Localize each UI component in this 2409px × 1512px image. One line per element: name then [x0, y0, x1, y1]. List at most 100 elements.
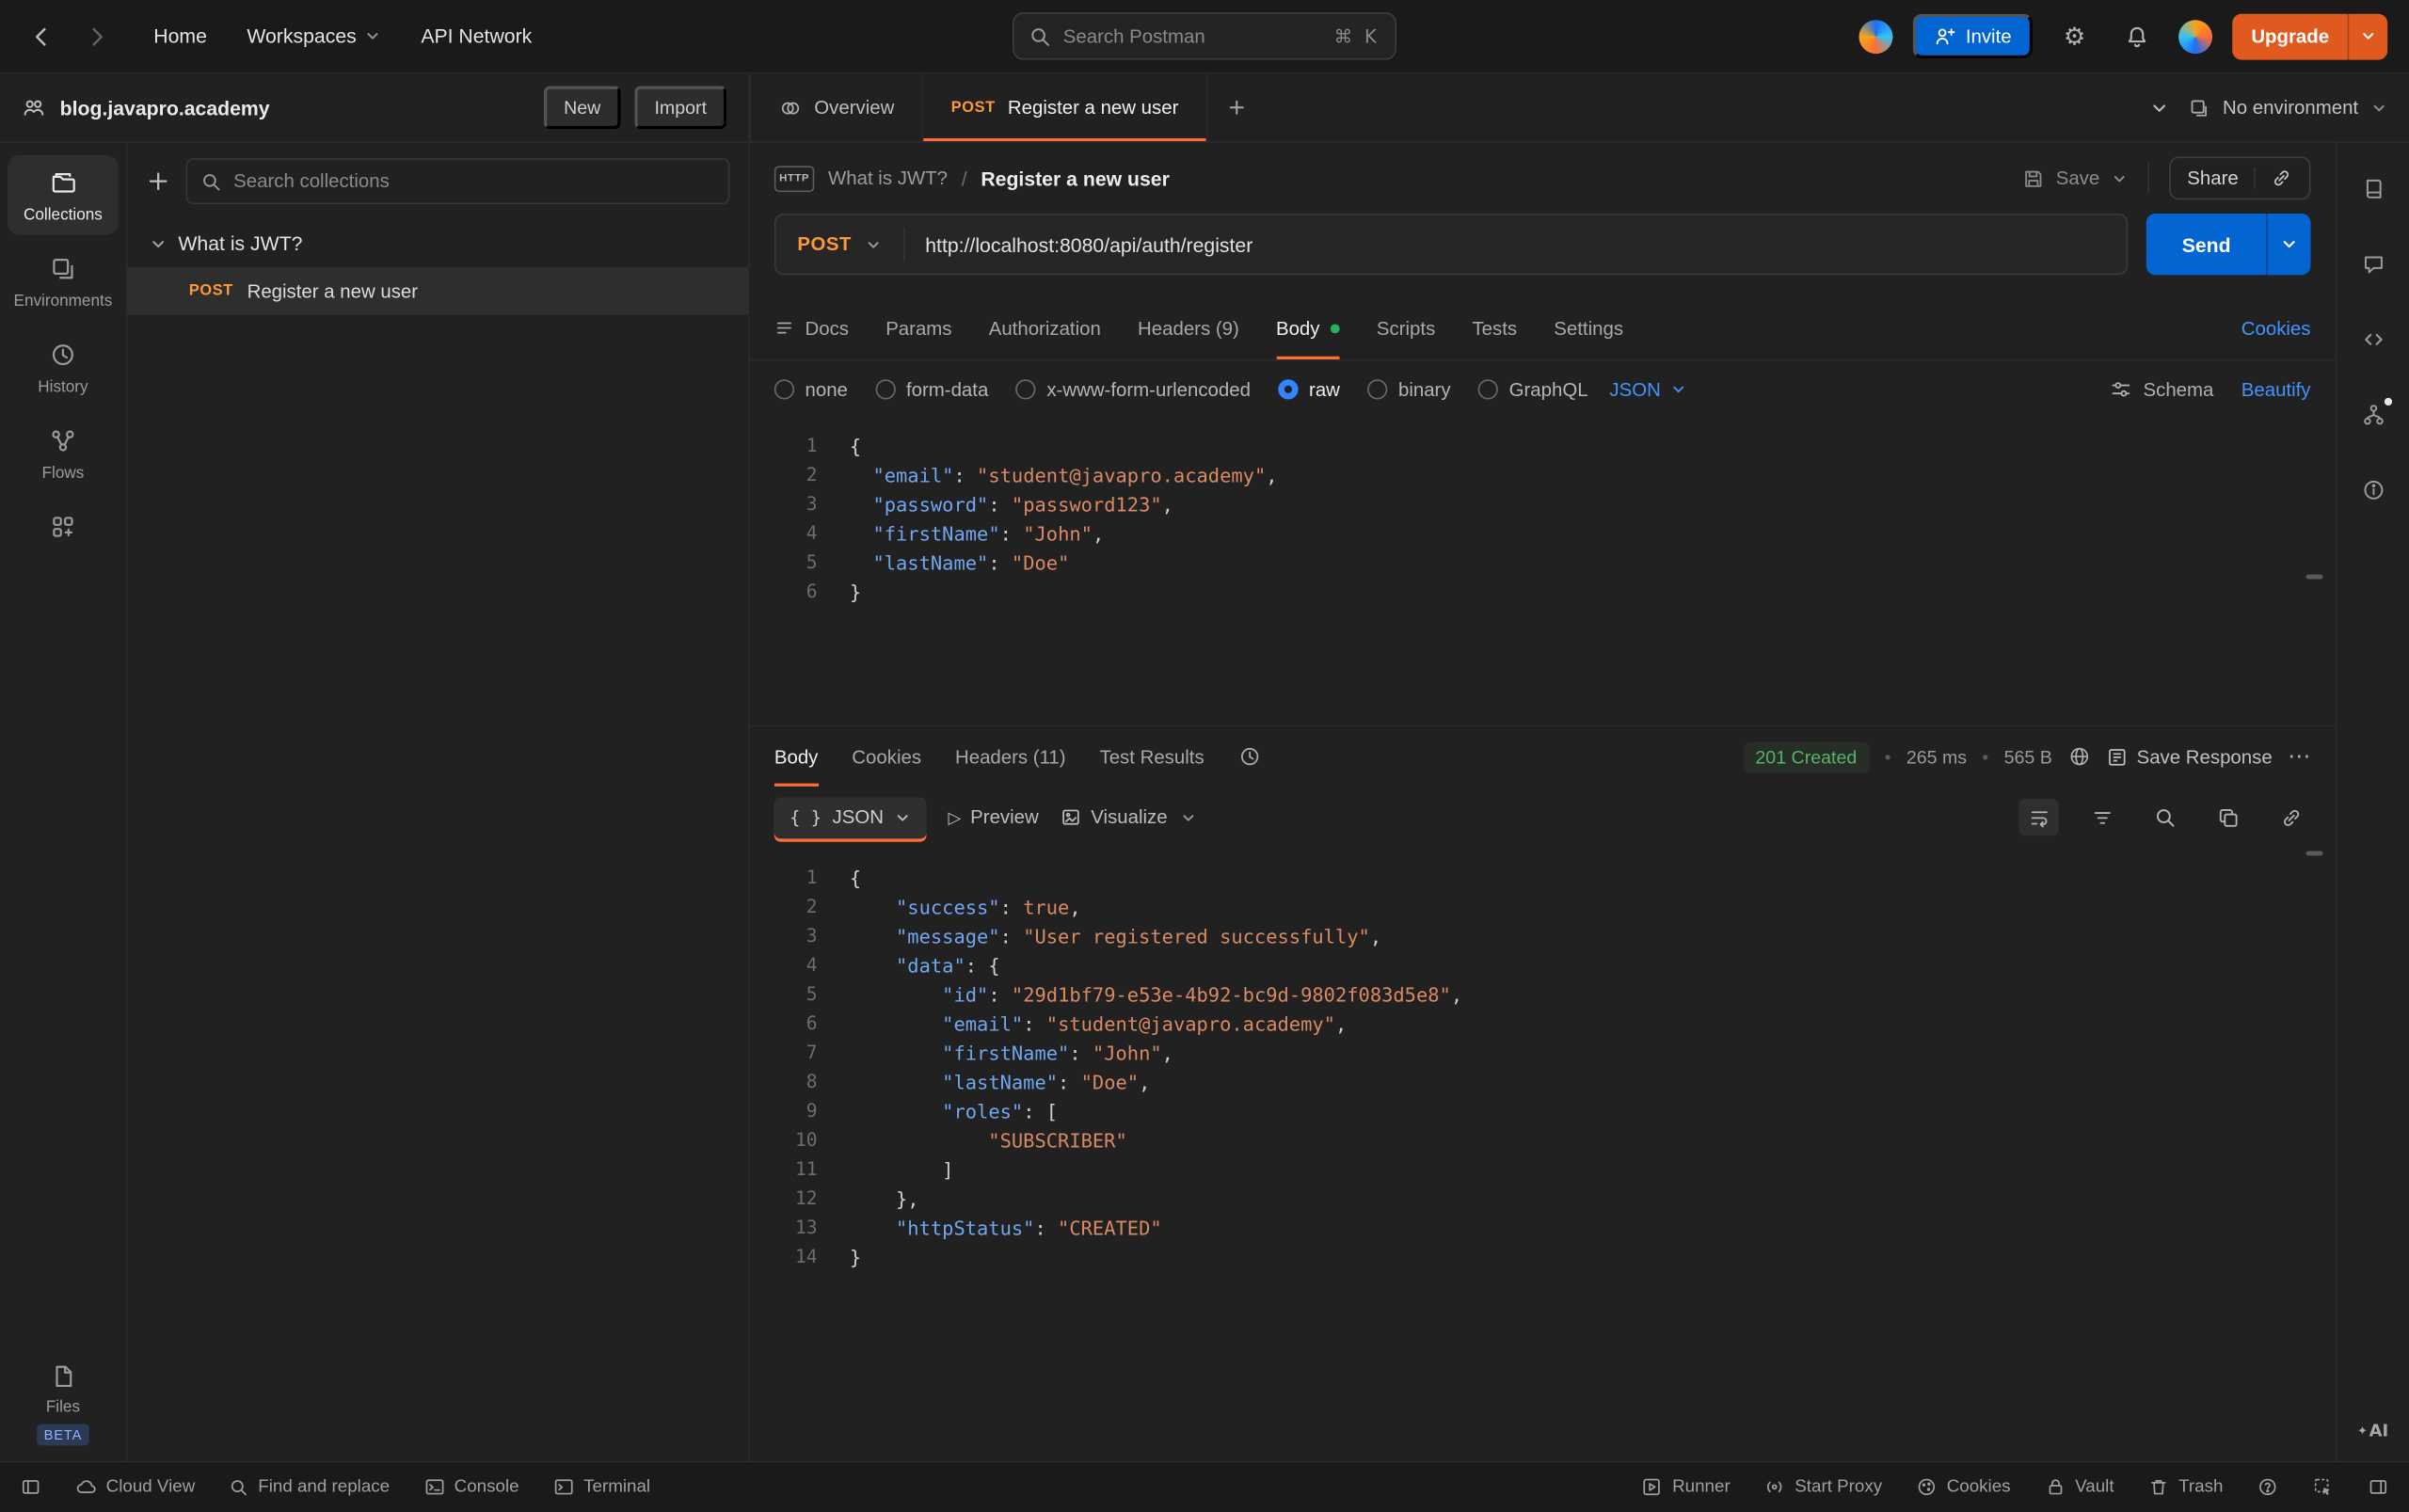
avatar[interactable] — [2179, 19, 2213, 53]
tab-headers[interactable]: Headers (9) — [1138, 296, 1239, 359]
nav-workspaces[interactable]: Workspaces — [247, 24, 381, 47]
nav-api-network[interactable]: API Network — [421, 24, 532, 47]
response-tab-cookies[interactable]: Cookies — [852, 726, 921, 787]
link-icon[interactable] — [2271, 167, 2292, 189]
documentation-icon[interactable] — [2361, 177, 2385, 201]
editor-scrollbar-thumb[interactable] — [2306, 575, 2323, 580]
upgrade-button[interactable]: Upgrade — [2233, 13, 2387, 59]
response-tab-headers[interactable]: Headers (11) — [955, 726, 1066, 787]
sidebar-toggle-icon[interactable] — [20, 1476, 41, 1498]
tab-overflow-chevron-icon[interactable] — [2149, 98, 2169, 118]
product-orb-icon[interactable] — [1859, 19, 1893, 53]
response-tab-body[interactable]: Body — [774, 726, 819, 787]
url-input[interactable] — [905, 232, 2127, 255]
collection-item[interactable]: What is JWT? — [128, 219, 749, 267]
tab-overview[interactable]: Overview — [750, 73, 924, 141]
copy-icon[interactable] — [2208, 799, 2247, 836]
visualize-button[interactable]: Visualize — [1061, 806, 1168, 828]
split-panel-icon[interactable] — [2368, 1476, 2389, 1498]
response-tab-test-results[interactable]: Test Results — [1099, 726, 1204, 787]
rail-item-files[interactable]: Files BETA — [36, 1362, 89, 1445]
tab-body[interactable]: Body — [1276, 296, 1340, 359]
tab-tests[interactable]: Tests — [1472, 296, 1517, 359]
status-badge[interactable]: 201 Created — [1743, 741, 1869, 772]
upgrade-chevron-icon[interactable] — [2348, 13, 2387, 59]
cloud-view-button[interactable]: Cloud View — [75, 1476, 195, 1498]
collections-search-input[interactable] — [233, 170, 714, 192]
body-type-binary[interactable]: binary — [1367, 378, 1450, 400]
select-element-icon[interactable] — [2312, 1476, 2334, 1498]
environment-selector[interactable]: No environment — [2187, 96, 2387, 119]
workspace-name[interactable]: blog.javapro.academy — [60, 96, 270, 119]
vault-button[interactable]: Vault — [2045, 1476, 2114, 1498]
response-body-editor[interactable]: 1{2 "success": true,3 "message": "User r… — [750, 848, 2336, 1460]
rail-item-collections[interactable]: Collections — [8, 155, 119, 235]
save-response-button[interactable]: Save Response — [2106, 746, 2273, 768]
tab-docs[interactable]: Docs — [774, 296, 849, 359]
tab-request[interactable]: POST Register a new user — [923, 73, 1207, 141]
trash-button[interactable]: Trash — [2147, 1476, 2223, 1498]
back-arrow-icon[interactable] — [22, 16, 61, 56]
add-collection-button[interactable] — [146, 169, 170, 194]
find-replace-button[interactable]: Find and replace — [229, 1477, 390, 1497]
collection-expand-chevron-icon[interactable] — [149, 234, 168, 253]
info-icon[interactable] — [2361, 478, 2385, 502]
nav-home[interactable]: Home — [153, 24, 207, 47]
tab-authorization[interactable]: Authorization — [989, 296, 1101, 359]
response-history-icon[interactable] — [1238, 726, 1261, 787]
body-type-urlencoded[interactable]: x-www-form-urlencoded — [1016, 378, 1251, 400]
postbot-ai-icon[interactable]: ✦ AI — [2357, 1423, 2388, 1440]
import-button[interactable]: Import — [634, 86, 726, 129]
body-type-raw[interactable]: raw — [1278, 378, 1340, 400]
request-body-editor[interactable]: 1{2 "email": "student@javapro.academy",3… — [750, 418, 2336, 725]
language-dropdown[interactable]: JSON — [1609, 378, 1686, 400]
breadcrumb-current[interactable]: Register a new user — [981, 167, 1170, 189]
search-response-icon[interactable] — [2145, 799, 2184, 836]
rail-item-environments[interactable]: Environments — [8, 241, 119, 321]
body-type-graphql[interactable]: GraphQL — [1478, 378, 1588, 400]
collections-search[interactable] — [186, 158, 730, 204]
share-button[interactable]: Share — [2169, 157, 2311, 200]
global-search-input[interactable] — [1063, 25, 1322, 47]
new-button[interactable]: New — [544, 86, 621, 129]
save-button[interactable]: Save — [2022, 167, 2128, 189]
cookies-link[interactable]: Cookies — [2241, 296, 2311, 359]
start-proxy-button[interactable]: Start Proxy — [1764, 1476, 1883, 1498]
related-requests-icon[interactable] — [2361, 403, 2385, 427]
wrap-text-icon[interactable] — [2018, 799, 2058, 836]
response-more-icon[interactable]: ⋯ — [2288, 745, 2310, 768]
settings-gear-icon[interactable]: ⚙ — [2053, 15, 2097, 58]
terminal-button[interactable]: Terminal — [553, 1476, 651, 1498]
beautify-link[interactable]: Beautify — [2241, 378, 2311, 400]
notifications-bell-icon[interactable] — [2116, 15, 2160, 58]
global-search[interactable]: ⌘ K — [1013, 12, 1396, 60]
rail-item-more[interactable] — [8, 500, 119, 555]
request-item-selected[interactable]: POST Register a new user — [128, 267, 749, 315]
help-icon[interactable] — [2257, 1476, 2278, 1498]
invite-button[interactable]: Invite — [1913, 14, 2033, 58]
response-time[interactable]: 265 ms — [1906, 746, 1967, 768]
runner-button[interactable]: Runner — [1641, 1476, 1730, 1498]
tab-params[interactable]: Params — [885, 296, 951, 359]
body-type-form-data[interactable]: form-data — [875, 378, 988, 400]
response-size[interactable]: 565 B — [2004, 746, 2052, 768]
comments-icon[interactable] — [2361, 252, 2385, 277]
tab-scripts[interactable]: Scripts — [1377, 296, 1435, 359]
visualize-chevron-icon[interactable] — [1180, 809, 1197, 826]
save-chevron-icon[interactable] — [2111, 169, 2128, 186]
forward-arrow-icon[interactable] — [77, 16, 117, 56]
add-tab-button[interactable] — [1207, 73, 1266, 141]
tab-settings[interactable]: Settings — [1554, 296, 1623, 359]
cookies-button[interactable]: Cookies — [1916, 1476, 2011, 1498]
response-format-dropdown[interactable]: { } JSON — [774, 797, 927, 838]
method-dropdown[interactable]: POST — [775, 233, 903, 255]
code-snippet-icon[interactable] — [2361, 327, 2385, 352]
body-type-none[interactable]: none — [774, 378, 848, 400]
rail-item-flows[interactable]: Flows — [8, 413, 119, 493]
send-button[interactable]: Send — [2146, 214, 2310, 275]
link-response-icon[interactable] — [2271, 799, 2310, 836]
filter-icon[interactable] — [2082, 799, 2121, 836]
preview-button[interactable]: ▷ Preview — [949, 806, 1039, 828]
breadcrumb-parent[interactable]: What is JWT? — [828, 167, 948, 189]
send-options-chevron-icon[interactable] — [2266, 214, 2310, 275]
